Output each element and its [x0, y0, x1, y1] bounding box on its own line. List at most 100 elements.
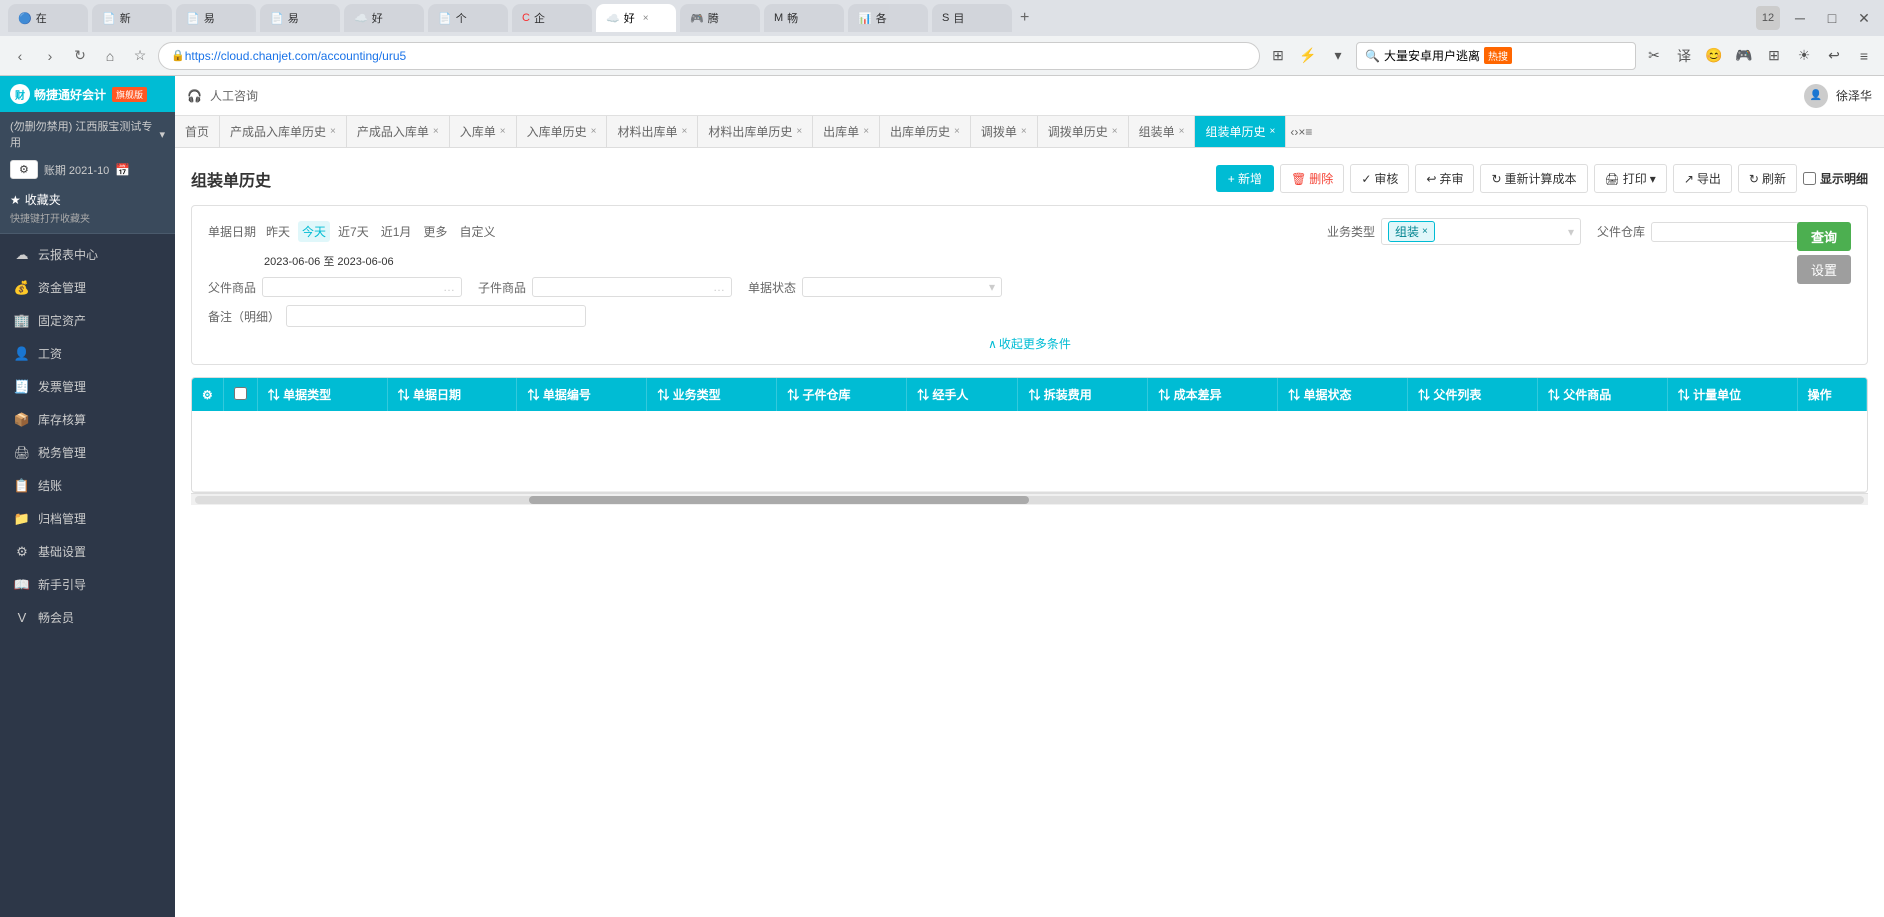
new-button[interactable]: + 新增 [1216, 165, 1274, 192]
tab-close-icon[interactable]: × [330, 126, 336, 137]
new-tab-button[interactable]: + [1016, 9, 1033, 27]
service-label[interactable]: 人工咨询 [210, 87, 258, 104]
select-all-checkbox[interactable] [234, 387, 247, 400]
export-button[interactable]: ↗ 导出 [1673, 164, 1732, 193]
tab-close-icon[interactable]: × [1179, 126, 1185, 137]
col-disassembly-cost[interactable]: ⇅ 拆装费用 [1018, 378, 1148, 411]
tab-receipt-history[interactable]: 入库单历史 × [517, 116, 608, 148]
col-handler[interactable]: ⇅ 经手人 [907, 378, 1018, 411]
parent-item-more[interactable]: … [443, 280, 455, 294]
reload-button[interactable]: ↻ [68, 44, 92, 68]
settings-filter-button[interactable]: 设置 [1797, 255, 1851, 284]
tab-finished-goods-in[interactable]: 产成品入库单 × [347, 116, 450, 148]
browser-tab-9[interactable]: 🎮腾 [680, 4, 760, 32]
date-btn-7days[interactable]: 近7天 [334, 221, 373, 242]
child-item-more[interactable]: … [713, 280, 725, 294]
browser-tab-8[interactable]: ☁️好× [596, 4, 676, 32]
scrollbar-thumb[interactable] [529, 496, 1030, 504]
tab-finished-goods-in-history[interactable]: 产成品入库单历史 × [220, 116, 347, 148]
col-bill-number[interactable]: ⇅ 单据编号 [517, 378, 647, 411]
browser-tab-2[interactable]: 📄新 [92, 4, 172, 32]
tab-close-icon[interactable]: × [681, 126, 687, 137]
sidebar-item-funds[interactable]: 💰 资金管理 [0, 271, 175, 304]
layout-icon[interactable]: ⊞ [1762, 44, 1786, 68]
sidebar-item-settlement[interactable]: 📋 结账 [0, 469, 175, 502]
tab-material-out-history[interactable]: 材料出库单历史 × [698, 116, 813, 148]
dropdown-icon[interactable]: ▾ [1326, 44, 1350, 68]
tag-remove-icon[interactable]: × [1422, 226, 1428, 237]
sidebar-item-cloud-reports[interactable]: ☁ 云报表中心 [0, 238, 175, 271]
recalculate-button[interactable]: ↻ 重新计算成本 [1480, 164, 1587, 193]
grid-icon[interactable]: ⊞ [1266, 44, 1290, 68]
sidebar-item-payroll[interactable]: 👤 工资 [0, 337, 175, 370]
browser-search-bar[interactable]: 🔍 大量安卓用户逃离 热搜 [1356, 42, 1636, 70]
flash-icon[interactable]: ⚡ [1296, 44, 1320, 68]
url-bar[interactable]: 🔒 https://cloud.chanjet.com/accounting/u… [158, 42, 1260, 70]
show-detail-checkbox[interactable] [1803, 172, 1816, 185]
browser-tab-7[interactable]: C企 [512, 4, 592, 32]
col-parent-list[interactable]: ⇅ 父件列表 [1408, 378, 1538, 411]
sun-icon[interactable]: ☀ [1792, 44, 1816, 68]
tab-close-icon[interactable]: × [433, 126, 439, 137]
back-button[interactable]: ‹ [8, 44, 32, 68]
browser-tab-1[interactable]: 🔵在 [8, 4, 88, 32]
refresh-button[interactable]: ↻ 刷新 [1738, 164, 1797, 193]
tab-close-icon[interactable]: × [591, 126, 597, 137]
tab-material-out[interactable]: 材料出库单 × [607, 116, 698, 148]
sidebar-item-tax[interactable]: 🖨 税务管理 [0, 436, 175, 469]
settings-button[interactable]: ⚙ [10, 160, 38, 179]
tab-receipt[interactable]: 入库单 × [450, 116, 517, 148]
tab-close-icon[interactable]: × [796, 126, 802, 137]
tab-issue[interactable]: 出库单 × [813, 116, 880, 148]
sidebar-item-basic-settings[interactable]: ⚙ 基础设置 [0, 535, 175, 568]
date-btn-yesterday[interactable]: 昨天 [262, 221, 294, 242]
abandon-button[interactable]: ↩ 弃审 [1415, 164, 1474, 193]
delete-button[interactable]: 🗑 删除 [1280, 164, 1344, 193]
date-btn-custom[interactable]: 自定义 [455, 221, 499, 242]
print-button[interactable]: 🖨 打印 ▾ [1594, 164, 1667, 193]
show-detail-toggle[interactable]: 显示明细 [1803, 170, 1868, 187]
tab-home[interactable]: 首页 [175, 116, 220, 148]
tab-more-btn[interactable]: ≡ [1305, 125, 1312, 139]
tab-close-icon[interactable]: × [1112, 126, 1118, 137]
bookmark-button[interactable]: ☆ [128, 44, 152, 68]
note-input[interactable] [286, 305, 586, 327]
col-unit[interactable]: ⇅ 计量单位 [1667, 378, 1797, 411]
sidebar-item-archive[interactable]: 📁 归档管理 [0, 502, 175, 535]
sidebar-item-membership[interactable]: V 畅会员 [0, 601, 175, 634]
tab-transfer[interactable]: 调拨单 × [971, 116, 1038, 148]
col-bill-status[interactable]: ⇅ 单据状态 [1278, 378, 1408, 411]
col-checkbox[interactable] [223, 378, 257, 411]
scissors-icon[interactable]: ✂ [1642, 44, 1666, 68]
bill-status-dropdown[interactable]: ▾ [989, 280, 995, 294]
tab-close-icon[interactable]: × [1021, 126, 1027, 137]
menu-icon[interactable]: ≡ [1852, 44, 1876, 68]
maximize-icon[interactable]: □ [1820, 6, 1844, 30]
game-icon[interactable]: 🎮 [1732, 44, 1756, 68]
col-cost-variance[interactable]: ⇅ 成本差异 [1148, 378, 1278, 411]
close-icon[interactable]: ✕ [1852, 6, 1876, 30]
browser-tab-11[interactable]: 📊各 [848, 4, 928, 32]
minimize-icon[interactable]: ─ [1788, 6, 1812, 30]
query-button[interactable]: 查询 [1797, 222, 1851, 251]
horizontal-scrollbar[interactable] [191, 493, 1868, 505]
browser-tab-6[interactable]: 📄个 [428, 4, 508, 32]
calendar-icon[interactable]: 📅 [115, 163, 130, 177]
date-btn-1month[interactable]: 近1月 [377, 221, 416, 242]
sidebar-item-invoices[interactable]: 🧾 发票管理 [0, 370, 175, 403]
sidebar-item-inventory[interactable]: 📦 库存核算 [0, 403, 175, 436]
favorites-shortcut[interactable]: 快捷键打开收藏夹 [10, 210, 165, 225]
tab-issue-history[interactable]: 出库单历史 × [880, 116, 971, 148]
translate-icon[interactable]: 译 [1672, 44, 1696, 68]
browser-tab-4[interactable]: 📄易 [260, 4, 340, 32]
browser-tab-3[interactable]: 📄易 [176, 4, 256, 32]
emoji-icon[interactable]: 😊 [1702, 44, 1726, 68]
tab-close-icon[interactable]: × [954, 126, 960, 137]
browser-tab-10[interactable]: M畅 [764, 4, 844, 32]
col-bill-type[interactable]: ⇅ 单据类型 [257, 378, 387, 411]
browser-tab-12[interactable]: S目 [932, 4, 1012, 32]
sidebar-item-guide[interactable]: 📖 新手引导 [0, 568, 175, 601]
tab-close-icon[interactable]: × [863, 126, 869, 137]
company-selector[interactable]: (勿删勿禁用) 江西服宝测试专用 ▾ [0, 112, 175, 156]
tab-assembly[interactable]: 组装单 × [1129, 116, 1196, 148]
